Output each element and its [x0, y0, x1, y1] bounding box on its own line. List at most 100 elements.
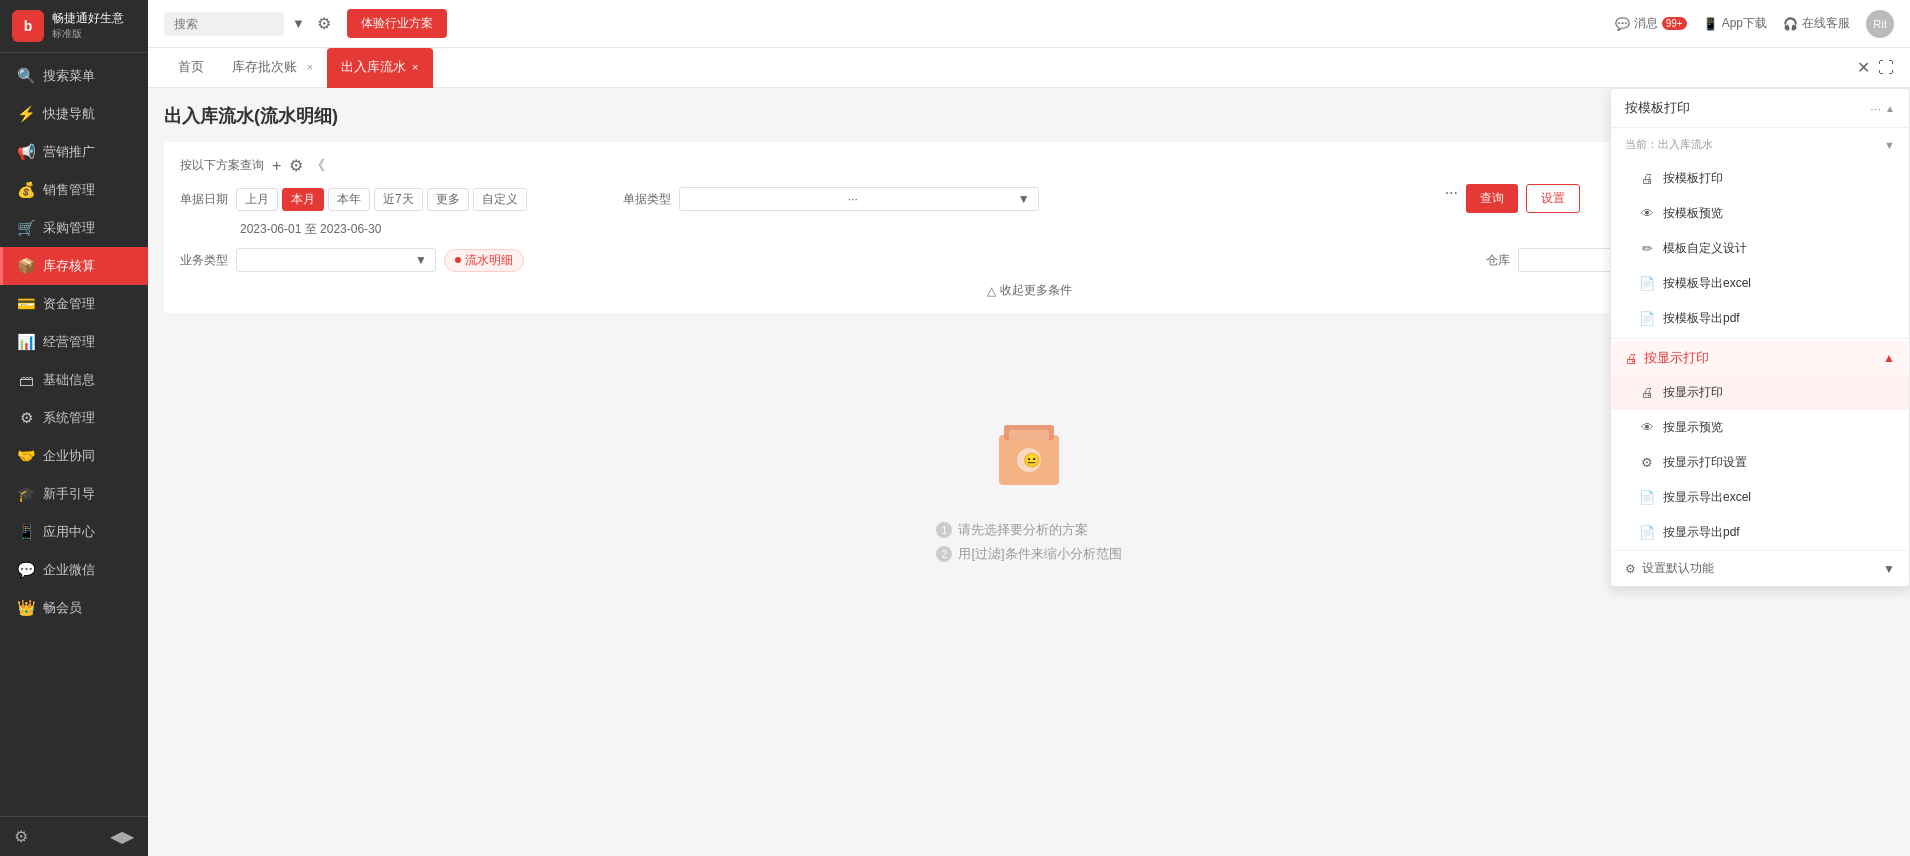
this-month-btn[interactable]: 本月	[282, 188, 324, 211]
more-options-icon[interactable]: ···	[1445, 184, 1458, 213]
app-logo-icon: b	[12, 10, 44, 42]
user-name: Rit	[1873, 18, 1886, 30]
headset-icon: 🎧	[1783, 17, 1798, 31]
tab-batch[interactable]: 库存批次账 ×	[218, 48, 327, 88]
settings-icon[interactable]: ⚙	[14, 827, 28, 846]
tab-home[interactable]: 首页	[164, 48, 218, 88]
member-icon: 👑	[17, 599, 35, 617]
dropdown-current[interactable]: 当前：出入库流水 ▼	[1611, 128, 1909, 161]
display-pdf-icon: 📄	[1639, 525, 1655, 540]
dropdown-template-export-pdf[interactable]: 📄 按模板导出pdf	[1611, 301, 1909, 336]
doc-type-label: 单据类型	[623, 191, 671, 208]
sidebar-item-member[interactable]: 👑畅会员	[0, 589, 148, 627]
display-print-label: 按显示打印	[1663, 384, 1723, 401]
sidebar-item-search[interactable]: 🔍搜索菜单	[0, 57, 148, 95]
sidebar-item-operations[interactable]: 📊 经营管理	[0, 323, 148, 361]
dropdown-current-chevron: ▼	[1884, 139, 1895, 151]
online-service-button[interactable]: 🎧 在线客服	[1783, 15, 1850, 32]
filter-settings-icon[interactable]: ⚙	[289, 156, 303, 175]
collab-icon: 🤝	[17, 447, 35, 465]
topbar-gear-icon[interactable]: ⚙	[317, 14, 331, 33]
filter-collapse-icon[interactable]: 《	[311, 157, 325, 175]
prev-month-btn[interactable]: 上月	[236, 188, 278, 211]
warehouse-label: 仓库	[1486, 252, 1510, 269]
display-section-label: 按显示打印	[1644, 349, 1709, 367]
basic-icon: 🗃	[17, 372, 35, 389]
trial-button[interactable]: 体验行业方案	[347, 9, 447, 38]
filter-add-button[interactable]: +	[272, 157, 281, 175]
sidebar-item-shortcut[interactable]: ⚡快捷导航	[0, 95, 148, 133]
sidebar-item-label: 基础信息	[43, 371, 95, 389]
dropdown-template-custom[interactable]: ✏ 模板自定义设计	[1611, 231, 1909, 266]
more-date-btn[interactable]: 更多	[427, 188, 469, 211]
dropdown-display-export-excel[interactable]: 📄 按显示导出excel	[1611, 480, 1909, 515]
business-type-select[interactable]: ▼	[236, 248, 436, 272]
sidebar-nav: 🔍搜索菜单⚡快捷导航📢营销推广💰销售管理🛒采购管理📦库存核算💳资金管理 📊 经营管理…	[0, 53, 148, 816]
system-icon: ⚙	[17, 409, 35, 427]
dropdown-template-print[interactable]: 🖨 按模板打印	[1611, 161, 1909, 196]
sidebar-item-apps[interactable]: 📱应用中心	[0, 513, 148, 551]
dropdown-display-preview[interactable]: 👁 按显示预览	[1611, 410, 1909, 445]
dropdown-display-export-pdf[interactable]: 📄 按显示导出pdf	[1611, 515, 1909, 550]
dropdown-display-print[interactable]: 🖨 按显示打印	[1611, 375, 1909, 410]
custom-date-btn[interactable]: 自定义	[473, 188, 527, 211]
page-content: 出入库流水(流水明细) 🖨 按模板打印 ▲ 📤 导出 🔄 刷新 按以下方案查询 …	[148, 88, 1910, 856]
doc-type-filter-item: 单据类型 ··· ▼	[623, 187, 1039, 211]
search-icon: 🔍	[17, 67, 35, 85]
doc-type-select[interactable]: ··· ▼	[679, 187, 1039, 211]
dropdown-template-preview[interactable]: 👁 按模板预览	[1611, 196, 1909, 231]
dropdown-display-section[interactable]: 🖨 按显示打印 ▲	[1611, 341, 1909, 375]
doc-type-more-icon[interactable]: ···	[848, 192, 858, 206]
template-export-pdf-label: 按模板导出pdf	[1663, 310, 1740, 327]
display-section-chevron[interactable]: ▲	[1883, 351, 1895, 365]
step-2-num: 2	[936, 546, 952, 562]
this-year-btn[interactable]: 本年	[328, 188, 370, 211]
dropdown-header: 按模板打印 ··· ▲	[1611, 89, 1909, 128]
message-button[interactable]: 💬 消息 99+	[1615, 15, 1687, 32]
apps-icon: 📱	[17, 523, 35, 541]
last7days-btn[interactable]: 近7天	[374, 188, 423, 211]
collapse-sidebar-icon[interactable]: ◀▶	[110, 827, 134, 846]
dropdown-more-icon[interactable]: ···	[1870, 101, 1881, 116]
settings-button[interactable]: 设置	[1526, 184, 1580, 213]
collapse-arrow-icon: △	[987, 284, 996, 298]
dropdown-footer[interactable]: ⚙ 设置默认功能 ▼	[1611, 550, 1909, 586]
display-section-icon: 🖨	[1625, 351, 1638, 366]
empty-step-1: 1 请先选择要分析的方案	[936, 521, 1121, 539]
tab-flow[interactable]: 出入库流水 ×	[327, 48, 432, 88]
topbar-dropdown-icon[interactable]: ▼	[292, 16, 305, 31]
template-print-label: 按模板打印	[1663, 170, 1723, 187]
chip-filter[interactable]: 流水明细	[444, 249, 524, 272]
sidebar-item-collab[interactable]: 🤝企业协同	[0, 437, 148, 475]
guide-icon: 🎓	[17, 485, 35, 503]
operations-icon: 📊	[17, 333, 35, 351]
sidebar-item-wechat[interactable]: 💬企业微信	[0, 551, 148, 589]
app-download-button[interactable]: 📱 App下载	[1703, 15, 1767, 32]
sidebar-item-sales[interactable]: 💰销售管理	[0, 171, 148, 209]
sidebar-item-finance[interactable]: 💳资金管理	[0, 285, 148, 323]
template-custom-label: 模板自定义设计	[1663, 240, 1747, 257]
sidebar-item-inventory[interactable]: 📦库存核算	[0, 247, 148, 285]
app-edition: 标准版	[52, 27, 124, 41]
sidebar-item-label: 新手引导	[43, 485, 95, 503]
tab-batch-close[interactable]: ×	[307, 61, 313, 73]
sidebar-item-label: 经营管理	[43, 333, 95, 351]
search-input[interactable]	[164, 12, 284, 36]
dropdown-template-export-excel[interactable]: 📄 按模板导出excel	[1611, 266, 1909, 301]
sidebar-item-guide[interactable]: 🎓 新手引导	[0, 475, 148, 513]
query-button[interactable]: 查询	[1466, 184, 1518, 213]
display-preview-icon: 👁	[1639, 420, 1655, 435]
dropdown-chevron-up[interactable]: ▲	[1885, 103, 1895, 114]
sidebar-item-system[interactable]: ⚙系统管理	[0, 399, 148, 437]
tab-flow-close[interactable]: ×	[412, 61, 418, 73]
sidebar-item-label: 营销推广	[43, 143, 95, 161]
expand-tab-button[interactable]: ⛶	[1878, 59, 1894, 77]
sidebar-item-purchase[interactable]: 🛒采购管理	[0, 209, 148, 247]
dropdown-display-settings[interactable]: ⚙ 按显示打印设置	[1611, 445, 1909, 480]
sidebar-item-marketing[interactable]: 📢营销推广	[0, 133, 148, 171]
sidebar-item-label: 快捷导航	[43, 105, 95, 123]
avatar[interactable]: Rit	[1866, 10, 1894, 38]
sidebar-item-basic[interactable]: 🗃 基础信息	[0, 361, 148, 399]
close-tab-button[interactable]: ✕	[1857, 58, 1870, 77]
collapse-button[interactable]: △ 收起更多条件	[987, 282, 1072, 299]
